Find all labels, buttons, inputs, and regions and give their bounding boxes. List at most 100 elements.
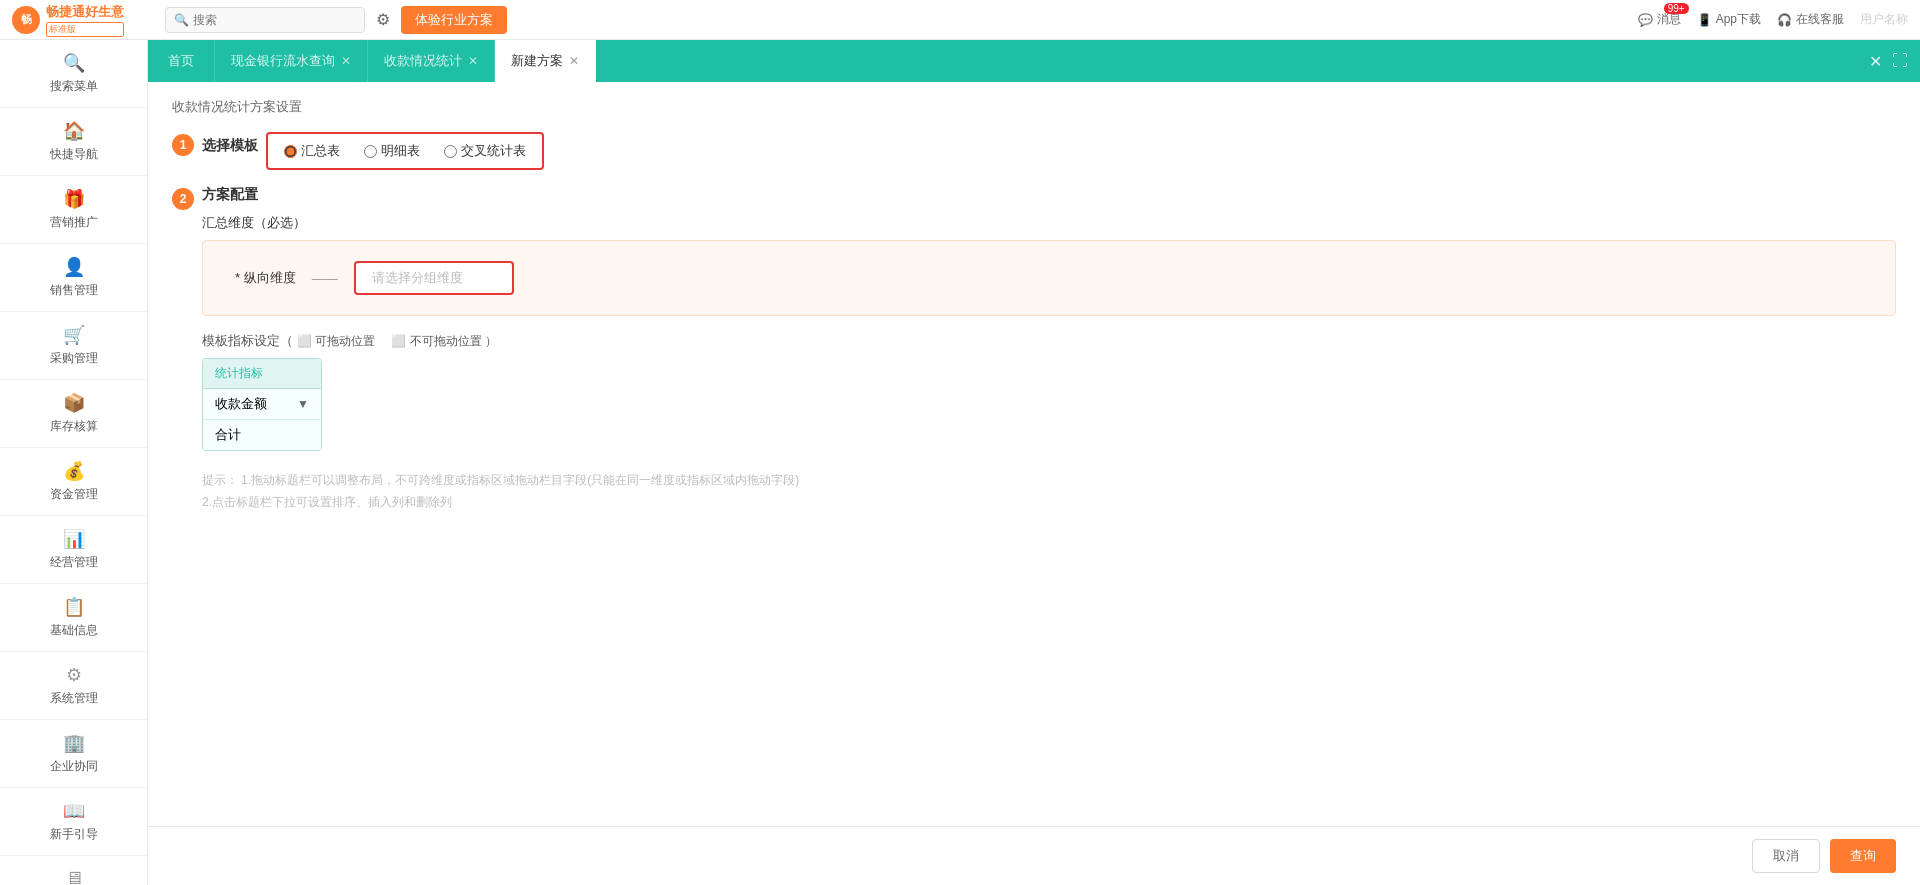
top-search-box[interactable]: 🔍 bbox=[165, 7, 365, 33]
tab-close-all-icon[interactable]: ✕ bbox=[1869, 52, 1882, 71]
query-button[interactable]: 查询 bbox=[1830, 839, 1896, 873]
search-icon: 🔍 bbox=[174, 13, 189, 27]
template-radio-group: 汇总表 明细表 交叉统计表 bbox=[266, 132, 544, 170]
top-actions: 💬 消息 99+ 📱 App下载 🎧 在线客服 用户名称 bbox=[1638, 11, 1908, 28]
sidebar-label-finance: 资金管理 bbox=[50, 486, 98, 503]
sidebar-label-enterprise: 企业协同 bbox=[50, 758, 98, 775]
tab-home-label: 首页 bbox=[168, 52, 194, 70]
sidebar-item-smart-hw[interactable]: 🖥 智能硬件 bbox=[0, 856, 147, 885]
system-icon: ⚙ bbox=[66, 664, 82, 686]
download-label: App下载 bbox=[1716, 11, 1761, 28]
message-icon: 💬 bbox=[1638, 13, 1653, 27]
download-btn[interactable]: 📱 App下载 bbox=[1697, 11, 1761, 28]
message-btn[interactable]: 💬 消息 99+ bbox=[1638, 11, 1681, 28]
inventory-icon: 📦 bbox=[63, 392, 85, 414]
sidebar-item-inventory[interactable]: 📦 库存核算 bbox=[0, 380, 147, 448]
metric-row-0[interactable]: 收款金额 ▼ bbox=[203, 389, 321, 420]
radio-summary-input[interactable] bbox=[284, 145, 297, 158]
metrics-table: 统计指标 收款金额 ▼ 合计 bbox=[202, 358, 322, 451]
sidebar-item-sales[interactable]: 👤 销售管理 bbox=[0, 244, 147, 312]
radio-cross-input[interactable] bbox=[444, 145, 457, 158]
sidebar-item-search-menu[interactable]: 🔍 搜索菜单 bbox=[0, 40, 147, 108]
sales-icon: 👤 bbox=[63, 256, 85, 278]
step1-row: 选择模板 汇总表 明细表 bbox=[202, 132, 1896, 170]
tab-new-plan-label: 新建方案 bbox=[511, 52, 563, 70]
brand-logo-text: 畅 bbox=[21, 12, 32, 27]
brand-name: 畅捷通好生意 bbox=[46, 3, 124, 21]
tab-new-plan[interactable]: 新建方案 ✕ bbox=[495, 40, 596, 82]
sidebar-label-system: 系统管理 bbox=[50, 690, 98, 707]
radio-detail-input[interactable] bbox=[364, 145, 377, 158]
radio-cross[interactable]: 交叉统计表 bbox=[444, 142, 526, 160]
sidebar-item-system[interactable]: ⚙ 系统管理 bbox=[0, 652, 147, 720]
sidebar-item-guide[interactable]: 📖 新手引导 bbox=[0, 788, 147, 856]
tab-home[interactable]: 首页 bbox=[148, 40, 215, 82]
finance-icon: 💰 bbox=[63, 460, 85, 482]
sidebar-label-operations: 经营管理 bbox=[50, 554, 98, 571]
tab-payment-stat[interactable]: 收款情况统计 ✕ bbox=[368, 40, 495, 82]
download-icon: 📱 bbox=[1697, 13, 1712, 27]
tab-payment-stat-close[interactable]: ✕ bbox=[468, 54, 478, 68]
step1-content: 选择模板 汇总表 明细表 bbox=[202, 132, 1896, 170]
page-content: 收款情况统计方案设置 1 选择模板 汇总表 bbox=[148, 82, 1920, 826]
vertical-dim-label: * 纵向维度 bbox=[235, 269, 296, 287]
sidebar-item-finance[interactable]: 💰 资金管理 bbox=[0, 448, 147, 516]
sidebar-item-marketing[interactable]: 🎁 营销推广 bbox=[0, 176, 147, 244]
support-label: 在线客服 bbox=[1796, 11, 1844, 28]
industry-btn[interactable]: 体验行业方案 bbox=[401, 6, 507, 34]
radio-detail-label: 明细表 bbox=[381, 142, 420, 160]
radio-summary[interactable]: 汇总表 bbox=[284, 142, 340, 160]
support-icon: 🎧 bbox=[1777, 13, 1792, 27]
metrics-label-end: ） bbox=[485, 334, 497, 348]
guide-icon: 📖 bbox=[63, 800, 85, 822]
sidebar-label-quick-nav: 快捷导航 bbox=[50, 146, 98, 163]
username-text: 用户名称 bbox=[1860, 11, 1908, 28]
sidebar-item-enterprise[interactable]: 🏢 企业协同 bbox=[0, 720, 147, 788]
hint-text-1: 2.点击标题栏下拉可设置排序、插入列和删除列 bbox=[202, 492, 1896, 514]
tab-bar: 首页 现金银行流水查询 ✕ 收款情况统计 ✕ 新建方案 ✕ ✕ ⛶ bbox=[148, 40, 1920, 82]
metric-dropdown-0[interactable]: ▼ bbox=[297, 397, 309, 411]
tab-bank-flow[interactable]: 现金银行流水查询 ✕ bbox=[215, 40, 368, 82]
stat-title: 统计指标 bbox=[215, 365, 263, 382]
message-badge: 99+ bbox=[1664, 3, 1689, 14]
page-inner: 收款情况统计方案设置 1 选择模板 汇总表 bbox=[148, 82, 1920, 826]
enterprise-icon: 🏢 bbox=[63, 732, 85, 754]
sidebar-label-purchase: 采购管理 bbox=[50, 350, 98, 367]
dim-select[interactable]: 请选择分组维度 bbox=[354, 261, 514, 295]
settings-icon[interactable]: ⚙ bbox=[373, 10, 393, 30]
user-info[interactable]: 用户名称 bbox=[1860, 11, 1908, 28]
sidebar-label-search-menu: 搜索菜单 bbox=[50, 78, 98, 95]
tab-bank-flow-close[interactable]: ✕ bbox=[341, 54, 351, 68]
tab-new-plan-close[interactable]: ✕ bbox=[569, 54, 579, 68]
tab-payment-stat-label: 收款情况统计 bbox=[384, 52, 462, 70]
sidebar-label-guide: 新手引导 bbox=[50, 826, 98, 843]
sidebar-label-sales: 销售管理 bbox=[50, 282, 98, 299]
support-btn[interactable]: 🎧 在线客服 bbox=[1777, 11, 1844, 28]
metrics-config-label: 模板指标设定（ ⬜ 可拖动位置 ⬜ 不可拖动位置 ） bbox=[202, 332, 1896, 350]
purchase-icon: 🛒 bbox=[63, 324, 85, 346]
step1-title: 选择模板 bbox=[202, 137, 258, 155]
radio-cross-label: 交叉统计表 bbox=[461, 142, 526, 160]
sidebar-item-operations[interactable]: 📊 经营管理 bbox=[0, 516, 147, 584]
quick-nav-icon: 🏠 bbox=[63, 120, 85, 142]
metric-row-1: 合计 bbox=[203, 420, 321, 450]
sidebar: 🔍 搜索菜单 🏠 快捷导航 🎁 营销推广 👤 销售管理 🛒 采购管理 📦 库存核… bbox=[0, 40, 148, 885]
sidebar-item-base-info[interactable]: 📋 基础信息 bbox=[0, 584, 147, 652]
metrics-section: 统计指标 收款金额 ▼ 合计 bbox=[202, 358, 1896, 454]
radio-detail[interactable]: 明细表 bbox=[364, 142, 420, 160]
step2-section: 2 方案配置 汇总维度（必选） * 纵向维度 —— 请选择分组维度 bbox=[172, 186, 1896, 513]
sidebar-label-base-info: 基础信息 bbox=[50, 622, 98, 639]
search-input[interactable] bbox=[193, 13, 356, 27]
base-info-icon: 📋 bbox=[63, 596, 85, 618]
sidebar-item-quick-nav[interactable]: 🏠 快捷导航 bbox=[0, 108, 147, 176]
operations-icon: 📊 bbox=[63, 528, 85, 550]
cancel-button[interactable]: 取消 bbox=[1752, 839, 1820, 873]
tab-expand-icon[interactable]: ⛶ bbox=[1892, 52, 1908, 70]
tab-bank-flow-label: 现金银行流水查询 bbox=[231, 52, 335, 70]
draggable-label: 可拖动位置 bbox=[315, 334, 375, 348]
dim-placeholder-text: 请选择分组维度 bbox=[372, 270, 463, 285]
sidebar-item-purchase[interactable]: 🛒 采购管理 bbox=[0, 312, 147, 380]
radio-summary-label: 汇总表 bbox=[301, 142, 340, 160]
summary-dim-label: 汇总维度（必选） bbox=[202, 214, 1896, 232]
hint-text-0: 提示： 1.拖动标题栏可以调整布局，不可跨维度或指标区域拖动栏目字段(只能在同一… bbox=[202, 470, 1896, 492]
